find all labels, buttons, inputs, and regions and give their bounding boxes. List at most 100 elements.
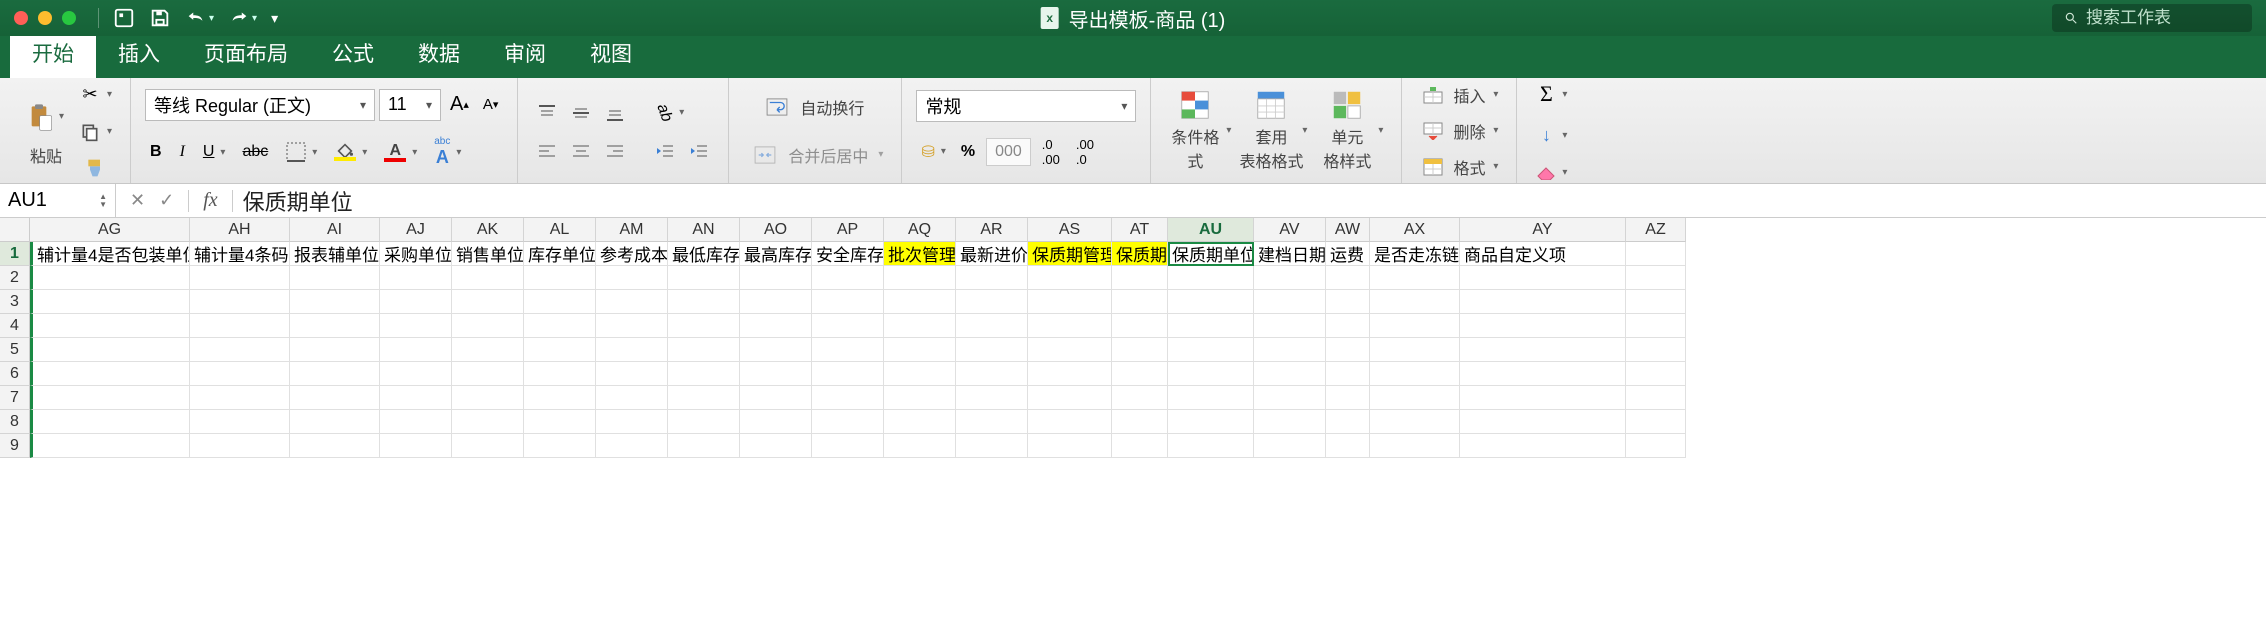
search-box[interactable]: [2052, 4, 2252, 32]
cell-AP5[interactable]: [812, 338, 884, 362]
redo-button[interactable]: ▾: [228, 7, 257, 29]
cell-AN3[interactable]: [668, 290, 740, 314]
cell-AM6[interactable]: [596, 362, 668, 386]
col-header-AW[interactable]: AW: [1326, 218, 1370, 242]
tab-开始[interactable]: 开始: [10, 30, 96, 78]
cell-AL3[interactable]: [524, 290, 596, 314]
cell-AG7[interactable]: [30, 386, 190, 410]
copy-button[interactable]: [74, 117, 116, 147]
select-all-corner[interactable]: [0, 218, 30, 242]
col-header-AV[interactable]: AV: [1254, 218, 1326, 242]
cell-AG1[interactable]: 辅计量4是否包装单位: [30, 242, 190, 266]
border-button[interactable]: [281, 137, 321, 167]
cell-AM8[interactable]: [596, 410, 668, 434]
cell-styles-button[interactable]: 单元 格样式: [1317, 85, 1387, 177]
cell-AY2[interactable]: [1460, 266, 1626, 290]
cell-AX5[interactable]: [1370, 338, 1460, 362]
percent-button[interactable]: %: [956, 138, 980, 166]
cell-AS3[interactable]: [1028, 290, 1112, 314]
cell-AI7[interactable]: [290, 386, 380, 410]
cell-AS6[interactable]: [1028, 362, 1112, 386]
cell-AQ6[interactable]: [884, 362, 956, 386]
cell-AN2[interactable]: [668, 266, 740, 290]
cell-AH8[interactable]: [190, 410, 290, 434]
cell-AK3[interactable]: [452, 290, 524, 314]
close-window-button[interactable]: [14, 11, 28, 25]
cell-AJ9[interactable]: [380, 434, 452, 458]
cell-AT1[interactable]: 保质期: [1112, 242, 1168, 266]
cell-AI1[interactable]: 报表辅单位: [290, 242, 380, 266]
cell-AU2[interactable]: [1168, 266, 1254, 290]
cell-AV2[interactable]: [1254, 266, 1326, 290]
cell-AI4[interactable]: [290, 314, 380, 338]
phonetic-button[interactable]: abcA: [429, 131, 465, 173]
cell-AX2[interactable]: [1370, 266, 1460, 290]
align-right-button[interactable]: [600, 138, 630, 164]
cell-AO2[interactable]: [740, 266, 812, 290]
row-header-4[interactable]: 4: [0, 314, 30, 338]
cell-AL4[interactable]: [524, 314, 596, 338]
cell-AQ5[interactable]: [884, 338, 956, 362]
col-header-AT[interactable]: AT: [1112, 218, 1168, 242]
cell-AQ2[interactable]: [884, 266, 956, 290]
cell-AQ8[interactable]: [884, 410, 956, 434]
cell-AN4[interactable]: [668, 314, 740, 338]
cell-AT3[interactable]: [1112, 290, 1168, 314]
bold-button[interactable]: B: [145, 138, 167, 166]
minimize-window-button[interactable]: [38, 11, 52, 25]
cell-AU5[interactable]: [1168, 338, 1254, 362]
cell-AP4[interactable]: [812, 314, 884, 338]
font-color-button[interactable]: A: [379, 137, 421, 167]
cell-AG4[interactable]: [30, 314, 190, 338]
cell-AS8[interactable]: [1028, 410, 1112, 434]
cell-AS7[interactable]: [1028, 386, 1112, 410]
cell-AT2[interactable]: [1112, 266, 1168, 290]
cell-AS2[interactable]: [1028, 266, 1112, 290]
cell-AZ4[interactable]: [1626, 314, 1686, 338]
cell-AU8[interactable]: [1168, 410, 1254, 434]
cell-AH5[interactable]: [190, 338, 290, 362]
qat-home-icon[interactable]: [113, 7, 135, 29]
decrease-font-button[interactable]: A▾: [478, 91, 504, 118]
cell-AV8[interactable]: [1254, 410, 1326, 434]
increase-decimal-button[interactable]: .0.00: [1037, 132, 1065, 172]
cell-AJ7[interactable]: [380, 386, 452, 410]
cell-AT6[interactable]: [1112, 362, 1168, 386]
cell-AI3[interactable]: [290, 290, 380, 314]
cell-AN6[interactable]: [668, 362, 740, 386]
cell-AK9[interactable]: [452, 434, 524, 458]
cell-AG8[interactable]: [30, 410, 190, 434]
cell-AV7[interactable]: [1254, 386, 1326, 410]
cell-AX6[interactable]: [1370, 362, 1460, 386]
cell-AJ3[interactable]: [380, 290, 452, 314]
cell-AL9[interactable]: [524, 434, 596, 458]
cell-AI5[interactable]: [290, 338, 380, 362]
col-header-AU[interactable]: AU: [1168, 218, 1254, 242]
cell-AY6[interactable]: [1460, 362, 1626, 386]
cell-AZ3[interactable]: [1626, 290, 1686, 314]
cell-AJ8[interactable]: [380, 410, 452, 434]
cell-AG6[interactable]: [30, 362, 190, 386]
tab-公式[interactable]: 公式: [310, 30, 396, 78]
cell-AQ1[interactable]: 批次管理: [884, 242, 956, 266]
merge-center-button[interactable]: 合并后居中: [743, 138, 887, 172]
cell-AS9[interactable]: [1028, 434, 1112, 458]
cell-AV3[interactable]: [1254, 290, 1326, 314]
cell-AN8[interactable]: [668, 410, 740, 434]
decrease-decimal-button[interactable]: .00.0: [1071, 132, 1099, 172]
cell-AU4[interactable]: [1168, 314, 1254, 338]
cell-AO1[interactable]: 最高库存: [740, 242, 812, 266]
cell-AK2[interactable]: [452, 266, 524, 290]
cell-AO3[interactable]: [740, 290, 812, 314]
cell-AQ9[interactable]: [884, 434, 956, 458]
cell-AK1[interactable]: 销售单位: [452, 242, 524, 266]
cell-AL8[interactable]: [524, 410, 596, 434]
qat-customize-button[interactable]: ▾: [271, 10, 278, 27]
fx-button[interactable]: fx: [203, 189, 217, 212]
cell-AY5[interactable]: [1460, 338, 1626, 362]
cell-AO9[interactable]: [740, 434, 812, 458]
cell-AL1[interactable]: 库存单位: [524, 242, 596, 266]
formula-input[interactable]: [233, 188, 2266, 214]
cell-AL7[interactable]: [524, 386, 596, 410]
row-header-1[interactable]: 1: [0, 242, 30, 266]
